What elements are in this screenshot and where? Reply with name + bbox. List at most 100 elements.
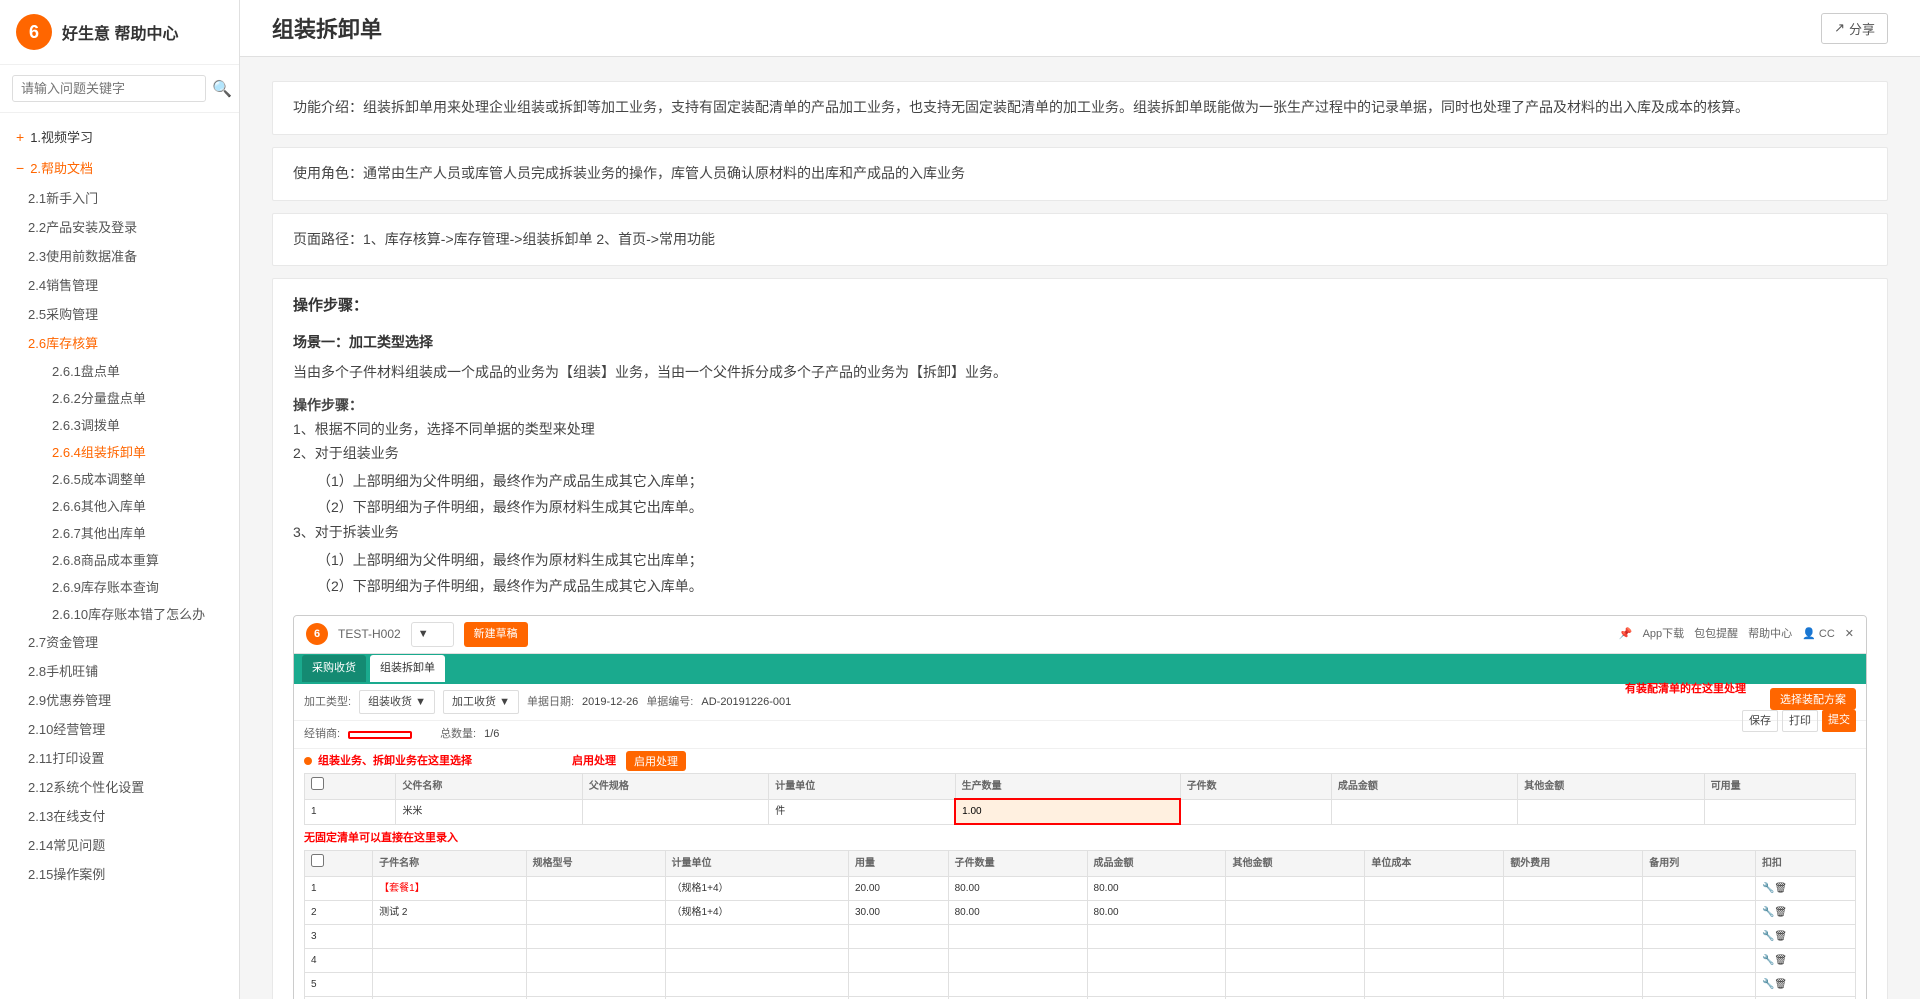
sidebar-item-other-in[interactable]: 2.6.6其他入库单 bbox=[44, 492, 239, 519]
sidebar-item-helpdoc[interactable]: − 2.帮助文档 bbox=[0, 152, 239, 183]
share-button[interactable]: ↗ 分享 bbox=[1821, 13, 1888, 44]
app-nav-icon2: App下载 bbox=[1643, 625, 1685, 644]
sidebar-item-cases[interactable]: 2.15操作案例 bbox=[28, 859, 239, 888]
sidebar-item-transfer[interactable]: 2.6.3调拨单 bbox=[44, 411, 239, 438]
sidebar-item-cost-recalc[interactable]: 2.6.8商品成本重算 bbox=[44, 546, 239, 573]
app-form-docno: AD-20191226-001 bbox=[701, 693, 791, 712]
sidebar-item-ledger-query[interactable]: 2.6.9库存账本查询 bbox=[44, 573, 239, 600]
partner-input-highlighted[interactable] bbox=[348, 731, 412, 739]
sidebar-item-ledger-fix[interactable]: 2.6.10库存账本错了怎么办 bbox=[44, 600, 239, 627]
app-select-wrapper: ▼ bbox=[411, 622, 454, 647]
sidebar-item-partial-stocktake[interactable]: 2.6.2分量盘点单 bbox=[44, 384, 239, 411]
th-unit: 计量单位 bbox=[769, 773, 955, 799]
select-all-checkbox2[interactable] bbox=[311, 854, 324, 867]
sidebar-item-videos[interactable]: + 1.视频学习 bbox=[0, 121, 239, 152]
search-button[interactable]: 🔍 bbox=[212, 79, 232, 99]
sidebar-item-inventory[interactable]: 2.6库存核算 bbox=[28, 328, 239, 357]
sidebar-item-finance[interactable]: 2.7资金管理 bbox=[28, 627, 239, 656]
sidebar-item-cost-adjust[interactable]: 2.6.5成本调整单 bbox=[44, 465, 239, 492]
upper-table-area: 父件名称 父件规格 计量单位 生产数量 子件数 成品金额 其他金额 可用量 bbox=[294, 773, 1866, 830]
table-row: 2 测试 2 （规格1+4） 30.00 80.00 80.00 bbox=[305, 901, 1856, 925]
app-screenshot: 6 TEST-H002 ▼ 新建草稿 📌 App下载 包包提醒 帮助中心 👤 C… bbox=[294, 616, 1866, 999]
th2-unit-cost: 单位成本 bbox=[1365, 851, 1504, 877]
intro-block: 功能介绍：组装拆卸单用来处理企业组装或拆卸等加工业务，支持有固定装配清单的产品加… bbox=[272, 81, 1888, 135]
collapse-icon: − bbox=[16, 160, 24, 176]
step3: 3、对于拆装业务 bbox=[293, 521, 1867, 545]
app-body: 🏠 📦 📋 📊 ⚙ 采购收货 组装拆卸单 bbox=[294, 654, 1866, 999]
dot-icon bbox=[304, 757, 312, 765]
sidebar-item-print[interactable]: 2.11打印设置 bbox=[28, 743, 239, 772]
sidebar-item-install[interactable]: 2.2产品安装及登录 bbox=[28, 212, 239, 241]
app-main: 采购收货 组装拆卸单 加工类型: 组装收货 ▼ 加工收货 ▼ 单据日期: 201… bbox=[294, 654, 1866, 999]
td-avail bbox=[1704, 799, 1855, 824]
sidebar-item-sales[interactable]: 2.4销售管理 bbox=[28, 270, 239, 299]
th2-unit: 计量单位 bbox=[665, 851, 848, 877]
sidebar-item-payment[interactable]: 2.13在线支付 bbox=[28, 801, 239, 830]
app-action-btns: 保存 打印 提交 bbox=[1742, 710, 1856, 733]
screenshot-container: 6 TEST-H002 ▼ 新建草稿 📌 App下载 包包提醒 帮助中心 👤 C… bbox=[293, 615, 1867, 999]
app-form-date: 2019-12-26 bbox=[582, 693, 638, 712]
app-btn-print[interactable]: 打印 bbox=[1782, 710, 1818, 733]
sidebar-item-coupon[interactable]: 2.9优惠券管理 bbox=[28, 685, 239, 714]
step1: 1、根据不同的业务，选择不同单据的类型来处理 bbox=[293, 418, 1867, 442]
td-other-amount bbox=[1518, 799, 1704, 824]
app-btn-save[interactable]: 保存 bbox=[1742, 710, 1778, 733]
scenario1-desc: 当由多个子件材料组装成一个成品的业务为【组装】业务，当由一个父件拆分成多个子产品… bbox=[293, 361, 1867, 385]
step2-sub1: （1）上部明细为父件明细，最终作为产成品生成其它入库单； bbox=[317, 470, 1867, 494]
th-parent-name: 父件名称 bbox=[396, 773, 582, 799]
app-btn-select-plan[interactable]: 选择装配方案 bbox=[1770, 688, 1856, 710]
sidebar-item-purchase[interactable]: 2.5采购管理 bbox=[28, 299, 239, 328]
sidebar-item-assembly[interactable]: 2.6.4组装拆卸单 bbox=[44, 438, 239, 465]
main-header: 组装拆卸单 ↗ 分享 bbox=[240, 0, 1920, 57]
td-prod-qty-input[interactable] bbox=[955, 799, 1180, 824]
intro-text: 功能介绍：组装拆卸单用来处理企业组装或拆卸等加工业务，支持有固定装配清单的产品加… bbox=[293, 96, 1867, 120]
th2-checkbox bbox=[305, 851, 373, 877]
th2-spare: 备用列 bbox=[1643, 851, 1756, 877]
app-form-type2[interactable]: 加工收货 ▼ bbox=[443, 690, 519, 715]
role-text: 使用角色：通常由生产人员或库管人员完成拆装业务的操作，库管人员确认原材料的出库和… bbox=[293, 162, 1867, 186]
expand-icon: + bbox=[16, 129, 24, 145]
sidebar-item-newbie[interactable]: 2.1新手入门 bbox=[28, 183, 239, 212]
step3-subs: （1）上部明细为父件明细，最终作为原材料生成其它出库单； （2）下部明细为子件明… bbox=[317, 549, 1867, 599]
logo-text: 好生意 帮助中心 bbox=[62, 20, 178, 44]
app-nav-right: 📌 App下载 包包提醒 帮助中心 👤 CC ✕ bbox=[1619, 625, 1854, 644]
select-all-checkbox[interactable] bbox=[311, 777, 324, 790]
app-new-draft-btn[interactable]: 新建草稿 bbox=[464, 622, 528, 647]
annotation3-text: 启用处理 bbox=[572, 752, 616, 771]
app-btn-enable[interactable]: 启用处理 bbox=[626, 751, 686, 771]
app-form-type-select[interactable]: 组装收货 ▼ bbox=[359, 690, 435, 715]
app-tab-purchase[interactable]: 采购收货 bbox=[302, 655, 366, 682]
sidebar-item-faq[interactable]: 2.14常见问题 bbox=[28, 830, 239, 859]
sidebar-item-settings[interactable]: 2.12系统个性化设置 bbox=[28, 772, 239, 801]
th2-child-qty: 子件数量 bbox=[948, 851, 1087, 877]
app-form-area: 加工类型: 组装收货 ▼ 加工收货 ▼ 单据日期: 2019-12-26 单据编… bbox=[294, 684, 1866, 722]
th-prod-qty: 生产数量 bbox=[955, 773, 1180, 799]
sidebar-item-other-out[interactable]: 2.6.7其他出库单 bbox=[44, 519, 239, 546]
th2-prod-amt: 成品金额 bbox=[1087, 851, 1226, 877]
partner-qty-label: 总数量: bbox=[440, 725, 476, 744]
app-form-date-label: 单据日期: bbox=[527, 693, 574, 712]
sidebar-item-stocktake[interactable]: 2.6.1盘点单 bbox=[44, 357, 239, 384]
partner-label: 经销商: bbox=[304, 725, 340, 744]
scenario1-title: 场景一：加工类型选择 bbox=[293, 331, 1867, 355]
th-other-amount: 其他金额 bbox=[1518, 773, 1704, 799]
app-close-icon[interactable]: ✕ bbox=[1845, 625, 1854, 644]
table-row: 4 bbox=[305, 949, 1856, 973]
lower-table: 子件名称 规格型号 计量单位 用量 子件数量 成品金额 其他金额 单位成本 bbox=[304, 850, 1856, 999]
td-parent-spec bbox=[582, 799, 768, 824]
sidebar-item-mobile[interactable]: 2.8手机旺铺 bbox=[28, 656, 239, 685]
app-nav-icon4: 帮助中心 bbox=[1748, 625, 1792, 644]
table-row: 1 米米 件 bbox=[305, 799, 1856, 824]
sidebar-item-ops[interactable]: 2.10经营管理 bbox=[28, 714, 239, 743]
prod-qty-field[interactable] bbox=[962, 806, 1012, 817]
app-btn-submit[interactable]: 提交 bbox=[1822, 710, 1856, 733]
search-input[interactable] bbox=[12, 75, 206, 102]
app-tab-assembly[interactable]: 组装拆卸单 bbox=[370, 655, 445, 682]
sidebar-item-data-prep[interactable]: 2.3使用前数据准备 bbox=[28, 241, 239, 270]
step2-subs: （1）上部明细为父件明细，最终作为产成品生成其它入库单； （2）下部明细为子件明… bbox=[317, 470, 1867, 520]
annotation2-text: 组装业务、拆卸业务在这里选择 bbox=[318, 752, 472, 771]
sidebar-item-label: 2.帮助文档 bbox=[30, 158, 93, 177]
app-topbar: 6 TEST-H002 ▼ 新建草稿 📌 App下载 包包提醒 帮助中心 👤 C… bbox=[294, 616, 1866, 654]
td-seq: 1 bbox=[305, 799, 396, 824]
th-avail: 可用量 bbox=[1704, 773, 1855, 799]
